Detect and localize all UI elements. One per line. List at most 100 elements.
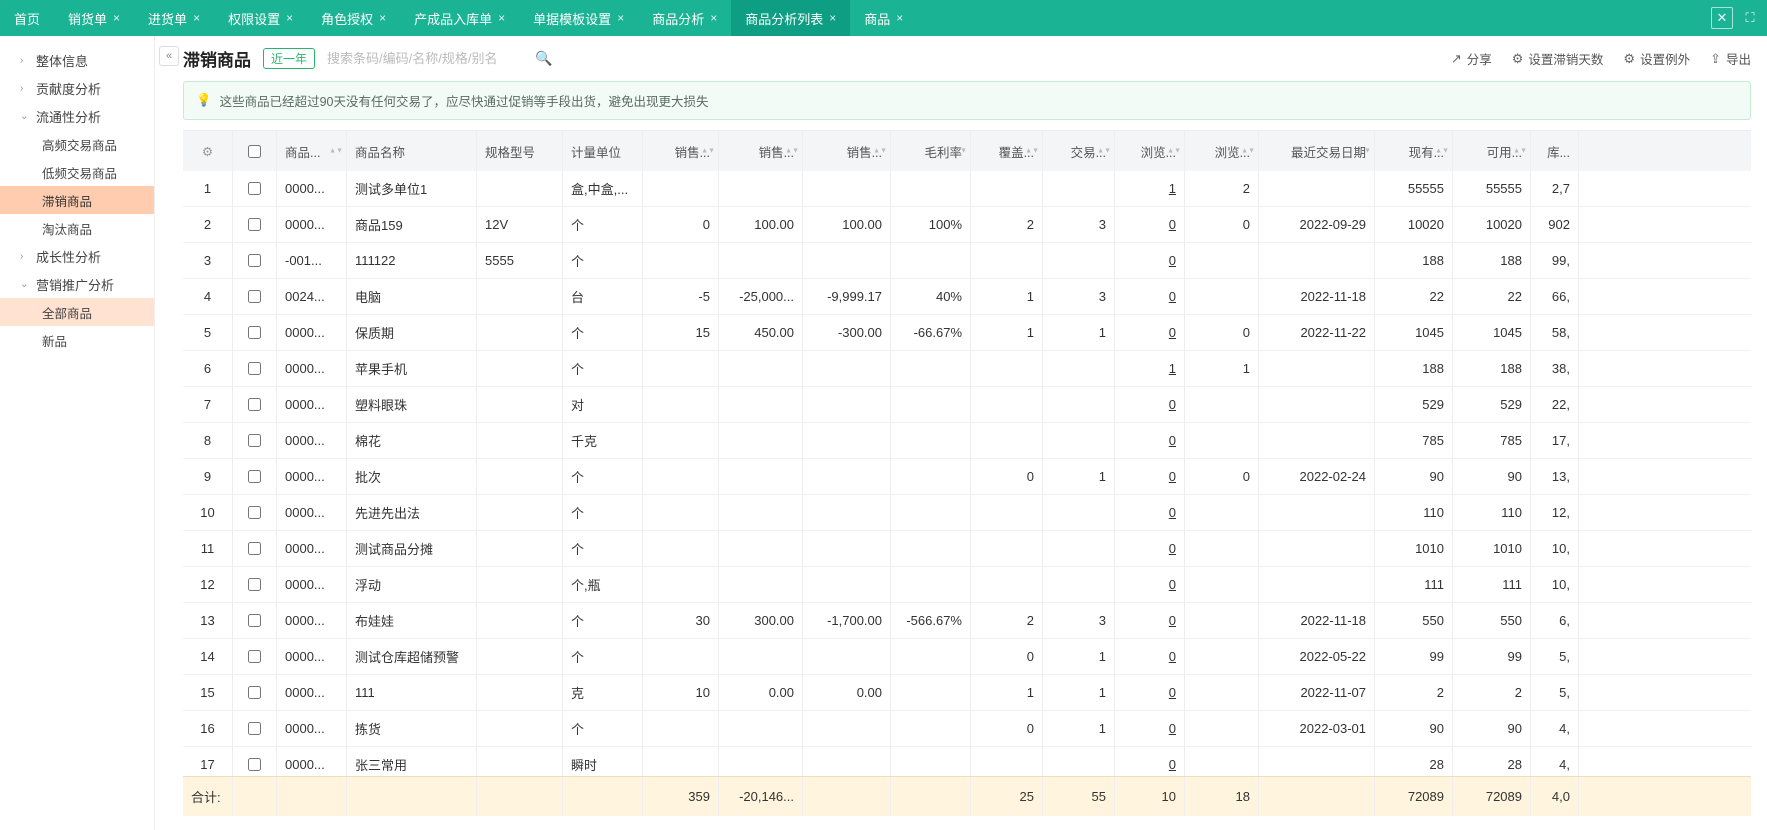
tab-4[interactable]: 角色授权× (307, 0, 400, 36)
sidebar-item[interactable]: 全部商品 (0, 298, 154, 326)
search-input[interactable] (327, 51, 527, 66)
table-row[interactable]: 50000...保质期个15450.00-300.00-66.67%110020… (183, 315, 1751, 351)
tab-close-icon[interactable]: × (286, 11, 293, 25)
tab-7[interactable]: 商品分析× (638, 0, 731, 36)
tab-close-icon[interactable]: × (113, 11, 120, 25)
set-days-button[interactable]: ⚙设置滞销天数 (1512, 49, 1604, 68)
row-checkbox[interactable] (248, 290, 261, 303)
views-link[interactable]: 0 (1169, 685, 1176, 700)
col-unit[interactable]: 计量单位 (563, 131, 643, 171)
row-checkbox[interactable] (248, 326, 261, 339)
table-row[interactable]: 150000...111克100.000.001102022-11-07225, (183, 675, 1751, 711)
table-row[interactable]: 170000...张三常用瞬时028284, (183, 747, 1751, 776)
table-row[interactable]: 60000...苹果手机个1118818838, (183, 351, 1751, 387)
table-row[interactable]: 130000...布娃娃个30300.00-1,700.00-566.67%23… (183, 603, 1751, 639)
col-sales2[interactable]: 销售...▲▼ (719, 131, 803, 171)
table-row[interactable]: 140000...测试仓库超储预警个0102022-05-2299995, (183, 639, 1751, 675)
tab-close-icon[interactable]: × (379, 11, 386, 25)
row-checkbox[interactable] (248, 182, 261, 195)
tabs-expand-icon[interactable]: ⛶ (1739, 7, 1761, 29)
tab-3[interactable]: 权限设置× (214, 0, 307, 36)
col-trades[interactable]: 交易...▲▼ (1043, 131, 1115, 171)
row-checkbox[interactable] (248, 722, 261, 735)
views-link[interactable]: 0 (1169, 649, 1176, 664)
set-exception-button[interactable]: ⚙设置例外 (1623, 49, 1690, 68)
row-checkbox[interactable] (248, 578, 261, 591)
horizontal-scrollbar[interactable] (183, 816, 1751, 830)
table-row[interactable]: 90000...批次个01002022-02-24909013, (183, 459, 1751, 495)
row-checkbox[interactable] (248, 362, 261, 375)
tab-5[interactable]: 产成品入库单× (400, 0, 519, 36)
col-stock[interactable]: 现有...▲▼ (1375, 131, 1453, 171)
views-link[interactable]: 0 (1169, 757, 1176, 772)
table-row[interactable]: 3-001...1111225555个018818899, (183, 243, 1751, 279)
tab-close-icon[interactable]: × (896, 11, 903, 25)
tabs-close-all-icon[interactable]: ✕ (1711, 7, 1733, 29)
tab-close-icon[interactable]: × (710, 11, 717, 25)
col-avail[interactable]: 可用...▲▼ (1453, 131, 1531, 171)
tab-2[interactable]: 进货单× (134, 0, 214, 36)
sidebar-group[interactable]: ›贡献度分析 (0, 74, 154, 102)
row-checkbox[interactable] (248, 254, 261, 267)
col-margin[interactable]: 毛利率▲▼ (891, 131, 971, 171)
views-link[interactable]: 1 (1169, 361, 1176, 376)
col-name[interactable]: 商品名称 (347, 131, 477, 171)
row-checkbox[interactable] (248, 470, 261, 483)
sidebar-item[interactable]: 新品 (0, 326, 154, 354)
table-row[interactable]: 10000...测试多单位1盒,中盒,...1255555555552,7 (183, 171, 1751, 207)
tab-9[interactable]: 商品× (850, 0, 917, 36)
sidebar-item[interactable]: 淘汰商品 (0, 214, 154, 242)
tab-close-icon[interactable]: × (498, 11, 505, 25)
tab-1[interactable]: 销货单× (54, 0, 134, 36)
table-row[interactable]: 70000...塑料眼珠对052952922, (183, 387, 1751, 423)
row-checkbox[interactable] (248, 506, 261, 519)
table-row[interactable]: 120000...浮动个,瓶011111110, (183, 567, 1751, 603)
row-checkbox[interactable] (248, 686, 261, 699)
col-k[interactable]: 库... (1531, 131, 1579, 171)
col-views1[interactable]: 浏览...▲▼ (1115, 131, 1185, 171)
column-settings-icon[interactable]: ⚙ (202, 144, 213, 159)
sidebar-item[interactable]: 滞销商品 (0, 186, 154, 214)
views-link[interactable]: 0 (1169, 577, 1176, 592)
col-spec[interactable]: 规格型号 (477, 131, 563, 171)
tab-6[interactable]: 单据模板设置× (519, 0, 638, 36)
sidebar-group[interactable]: ›整体信息 (0, 46, 154, 74)
tab-close-icon[interactable]: × (617, 11, 624, 25)
sidebar-group[interactable]: ⌄流通性分析 (0, 102, 154, 130)
col-sales1[interactable]: 销售...▲▼ (643, 131, 719, 171)
tab-close-icon[interactable]: × (829, 11, 836, 25)
table-row[interactable]: 20000...商品15912V个0100.00100.00100%230020… (183, 207, 1751, 243)
sidebar-group[interactable]: ›成长性分析 (0, 242, 154, 270)
col-cover[interactable]: 覆盖...▲▼ (971, 131, 1043, 171)
views-link[interactable]: 0 (1169, 397, 1176, 412)
table-row[interactable]: 100000...先进先出法个011011012, (183, 495, 1751, 531)
views-link[interactable]: 0 (1169, 217, 1176, 232)
row-checkbox[interactable] (248, 542, 261, 555)
row-checkbox[interactable] (248, 758, 261, 771)
row-checkbox[interactable] (248, 614, 261, 627)
tab-8[interactable]: 商品分析列表× (731, 0, 850, 36)
search-icon[interactable]: 🔍 (535, 50, 552, 67)
row-checkbox[interactable] (248, 398, 261, 411)
views-link[interactable]: 0 (1169, 613, 1176, 628)
views-link[interactable]: 0 (1169, 469, 1176, 484)
sidebar-collapse-icon[interactable]: « (159, 46, 179, 66)
views-link[interactable]: 0 (1169, 721, 1176, 736)
select-all-checkbox[interactable] (248, 145, 261, 158)
views-link[interactable]: 0 (1169, 541, 1176, 556)
export-button[interactable]: ⇪导出 (1710, 49, 1751, 68)
table-row[interactable]: 40024...电脑台-5-25,000...-9,999.1740%13020… (183, 279, 1751, 315)
row-checkbox[interactable] (248, 650, 261, 663)
time-range-chip[interactable]: 近一年 (263, 48, 315, 69)
col-sales3[interactable]: 销售...▲▼ (803, 131, 891, 171)
views-link[interactable]: 0 (1169, 433, 1176, 448)
col-last-date[interactable]: 最近交易日期▲▼ (1259, 131, 1375, 171)
row-checkbox[interactable] (248, 434, 261, 447)
views-link[interactable]: 0 (1169, 505, 1176, 520)
table-row[interactable]: 160000...拣货个0102022-03-0190904, (183, 711, 1751, 747)
sidebar-item[interactable]: 高频交易商品 (0, 130, 154, 158)
sidebar-group[interactable]: ⌄营销推广分析 (0, 270, 154, 298)
tab-0[interactable]: 首页 (0, 0, 54, 36)
col-code[interactable]: 商品...▲▼ (277, 131, 347, 171)
share-button[interactable]: ↗分享 (1451, 49, 1492, 68)
